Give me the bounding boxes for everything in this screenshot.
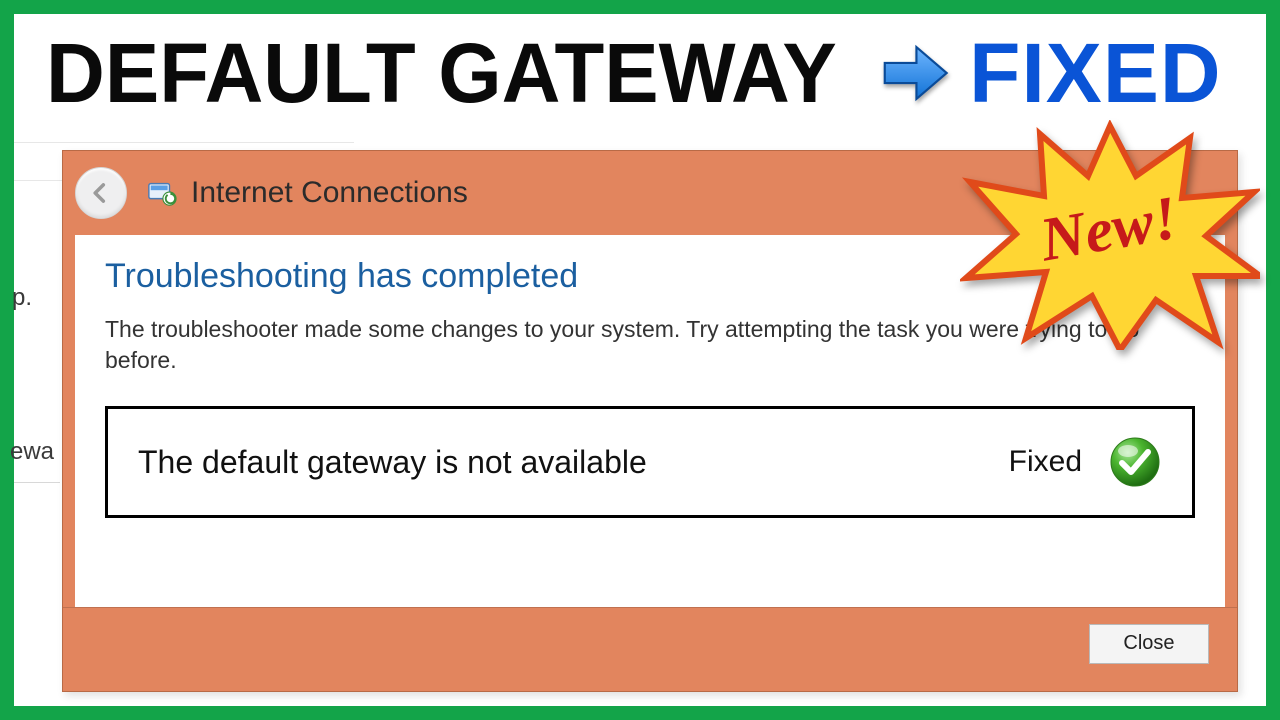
troubleshoot-description: The troubleshooter made some changes to …	[105, 314, 1165, 376]
issue-status: Fixed	[1009, 445, 1082, 479]
background-divider	[14, 142, 354, 143]
dialog-title: Internet Connections	[191, 176, 468, 210]
troubleshooter-dialog: Internet Connections Troubleshooting has…	[62, 150, 1238, 692]
checkmark-icon	[1108, 435, 1162, 489]
background-text-fragment: ewa	[10, 438, 54, 466]
dialog-body: Troubleshooting has completed The troubl…	[75, 235, 1225, 607]
troubleshoot-headline: Troubleshooting has completed	[105, 257, 1195, 296]
banner-text-left: DEFAULT GATEWAY	[46, 25, 837, 122]
troubleshooter-icon	[145, 176, 179, 210]
result-row: The default gateway is not available Fix…	[105, 406, 1195, 518]
banner-text-right: FIXED	[969, 25, 1221, 122]
back-button[interactable]	[75, 167, 127, 219]
background-divider	[14, 482, 60, 483]
issue-label: The default gateway is not available	[138, 444, 1009, 481]
headline-banner: DEFAULT GATEWAY FIXED	[46, 18, 1246, 128]
dialog-footer: Close	[63, 607, 1237, 679]
close-button[interactable]: Close	[1089, 624, 1209, 664]
arrow-right-icon	[879, 37, 951, 109]
dialog-header: Internet Connections	[63, 151, 1237, 235]
background-text-fragment: p.	[12, 284, 32, 312]
thumbnail-frame: p. ewa DEFAULT GATEWAY FIXED	[0, 0, 1280, 720]
